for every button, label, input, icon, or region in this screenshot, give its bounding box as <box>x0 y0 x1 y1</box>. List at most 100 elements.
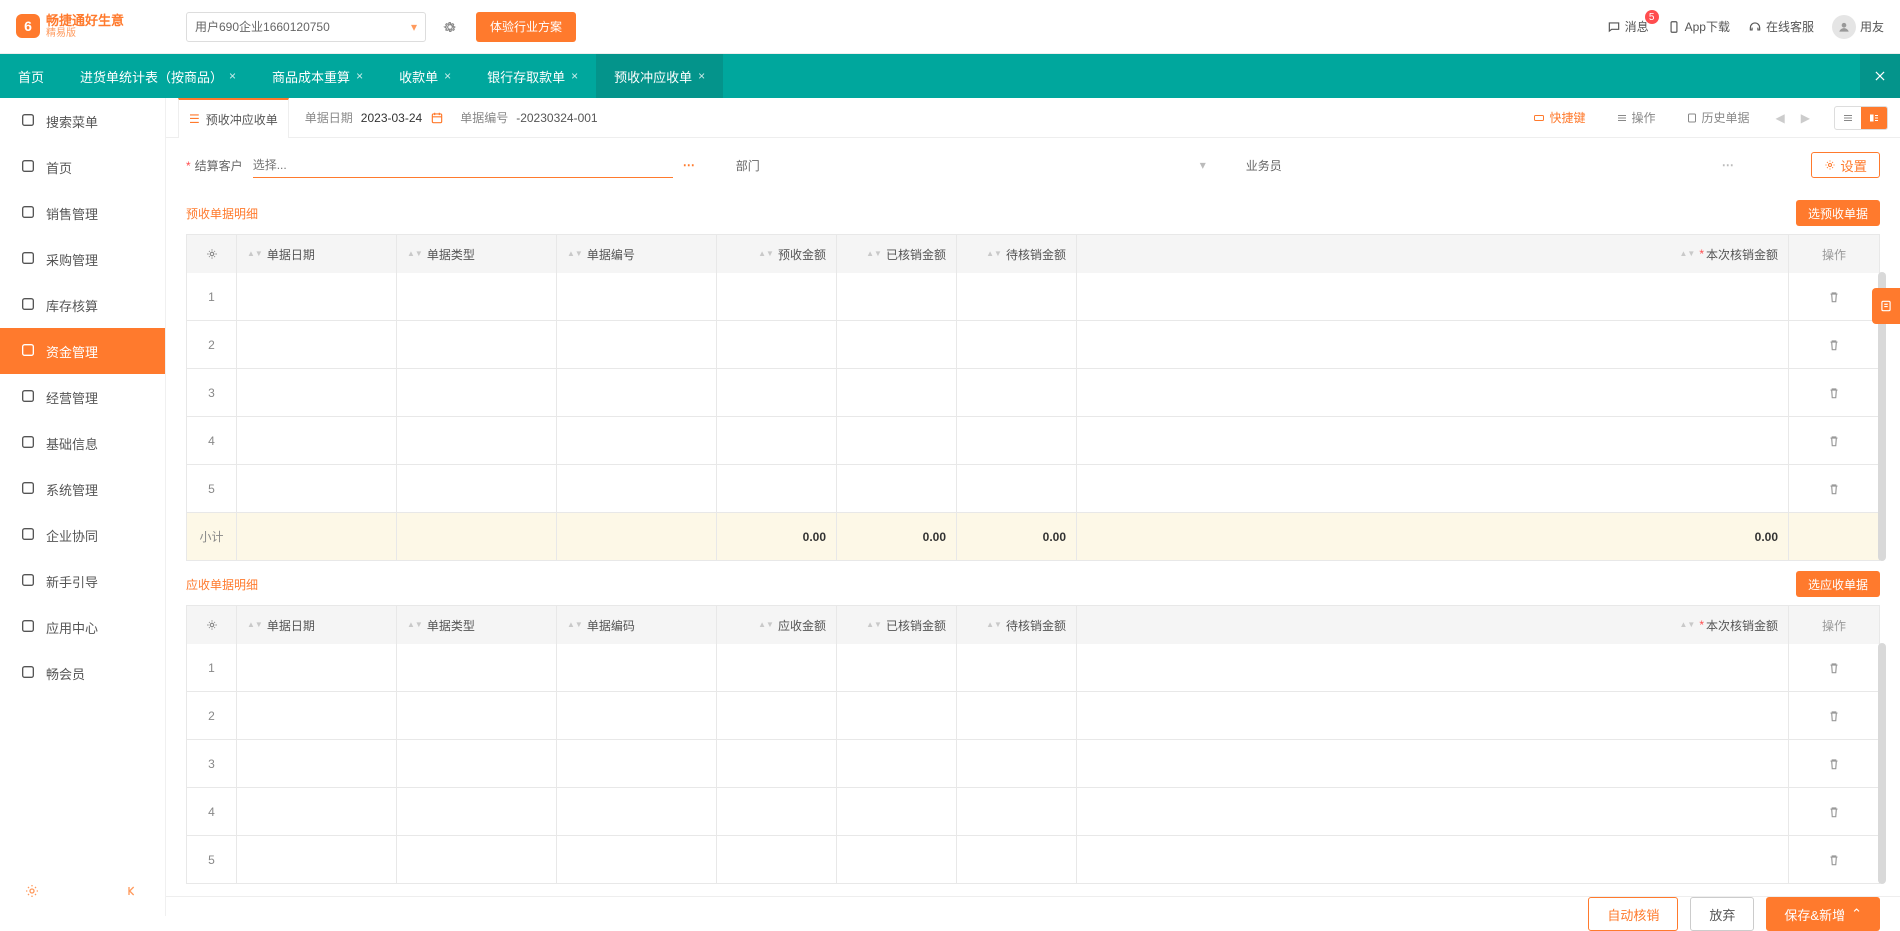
col-date[interactable]: ▲▼单据日期 <box>237 606 397 644</box>
close-all-tabs-button[interactable] <box>1860 54 1900 98</box>
history-button[interactable]: 历史单据 <box>1686 109 1750 126</box>
sidebar-item[interactable]: 搜索菜单 <box>0 98 165 144</box>
tab-close-icon[interactable]: × <box>444 69 451 83</box>
sidebar-settings-button[interactable] <box>24 883 40 899</box>
col-written-off[interactable]: ▲▼已核销金额 <box>837 606 957 644</box>
settings-button[interactable]: 设置 <box>1811 152 1880 178</box>
delete-row-button[interactable] <box>1827 853 1841 867</box>
col-written-off[interactable]: ▲▼已核销金额 <box>837 235 957 273</box>
sidebar-item[interactable]: 新手引导 <box>0 558 165 604</box>
chevron-up-icon: ⌃ <box>1851 906 1862 922</box>
doc-date-field[interactable]: 单据日期 2023-03-24 <box>305 109 444 126</box>
col-this-writeoff[interactable]: ▲▼*本次核销金额 <box>1077 606 1789 644</box>
tab[interactable]: 商品成本重算× <box>254 54 381 98</box>
table-row[interactable]: 2 <box>187 321 1879 369</box>
sidebar-collapse-button[interactable] <box>125 883 141 899</box>
delete-row-button[interactable] <box>1827 709 1841 723</box>
tab[interactable]: 预收冲应收单× <box>596 54 723 98</box>
sidebar-item[interactable]: 畅会员 <box>0 650 165 696</box>
org-selector[interactable]: 用户690企业1660120750 ▾ <box>186 12 426 42</box>
table-row[interactable]: 3 <box>187 740 1879 788</box>
app-download-button[interactable]: App下载 <box>1667 18 1730 35</box>
support-button[interactable]: 在线客服 <box>1748 18 1814 35</box>
table-row[interactable]: 4 <box>187 788 1879 836</box>
delete-row-button[interactable] <box>1827 661 1841 675</box>
biz-lookup-button[interactable]: ⋯ <box>1722 158 1735 172</box>
table-row[interactable]: 4 <box>187 417 1879 465</box>
chevron-down-icon[interactable]: ▾ <box>1200 158 1206 172</box>
sidebar-item[interactable]: 首页 <box>0 144 165 190</box>
prev-record-button[interactable]: ◀ <box>1776 111 1785 125</box>
col-receivable-amount[interactable]: ▲▼应收金额 <box>717 606 837 644</box>
delete-row-button[interactable] <box>1827 338 1841 352</box>
col-code[interactable]: ▲▼单据编号 <box>557 235 717 273</box>
close-icon <box>1873 69 1887 83</box>
trash-icon <box>1827 853 1841 867</box>
sidebar-item[interactable]: 采购管理 <box>0 236 165 282</box>
delete-row-button[interactable] <box>1827 434 1841 448</box>
money-icon <box>20 342 36 361</box>
search-icon <box>20 112 36 131</box>
delete-row-button[interactable] <box>1827 757 1841 771</box>
column-config-button[interactable] <box>187 235 237 273</box>
table-row[interactable]: 1 <box>187 644 1879 692</box>
scrollbar[interactable] <box>1878 643 1886 884</box>
customer-input[interactable] <box>253 152 673 178</box>
sidebar-item[interactable]: 经营管理 <box>0 374 165 420</box>
select-prepay-button[interactable]: 选预收单据 <box>1796 200 1880 226</box>
col-prepay-amount[interactable]: ▲▼预收金额 <box>717 235 837 273</box>
table-row[interactable]: 5 <box>187 465 1879 513</box>
col-type[interactable]: ▲▼单据类型 <box>397 235 557 273</box>
tab[interactable]: 收款单× <box>381 54 469 98</box>
table-row[interactable]: 2 <box>187 692 1879 740</box>
right-drawer-toggle[interactable] <box>1872 288 1900 324</box>
view-list-button[interactable] <box>1835 107 1861 129</box>
user-menu[interactable]: 用友 <box>1832 15 1884 39</box>
auto-writeoff-button[interactable]: 自动核销 <box>1588 897 1678 931</box>
delete-row-button[interactable] <box>1827 290 1841 304</box>
column-config-button[interactable] <box>187 606 237 644</box>
sidebar-item[interactable]: 应用中心 <box>0 604 165 650</box>
sidebar-item[interactable]: 销售管理 <box>0 190 165 236</box>
tab[interactable]: 首页 <box>0 54 62 98</box>
biz-input[interactable] <box>1292 152 1712 178</box>
col-this-writeoff[interactable]: ▲▼*本次核销金额 <box>1077 235 1789 273</box>
messages-button[interactable]: 消息 5 <box>1607 18 1649 35</box>
table-row[interactable]: 1 <box>187 273 1879 321</box>
org-settings-button[interactable] <box>436 13 464 41</box>
tab-close-icon[interactable]: × <box>571 69 578 83</box>
tab[interactable]: 进货单统计表（按商品）× <box>62 54 254 98</box>
sidebar-item[interactable]: 系统管理 <box>0 466 165 512</box>
shortcut-button[interactable]: 快捷键 <box>1533 109 1585 126</box>
col-pending[interactable]: ▲▼待核销金额 <box>957 606 1077 644</box>
discard-button[interactable]: 放弃 <box>1690 897 1754 931</box>
tab-close-icon[interactable]: × <box>698 69 705 83</box>
col-date[interactable]: ▲▼单据日期 <box>237 235 397 273</box>
delete-row-button[interactable] <box>1827 386 1841 400</box>
view-form-button[interactable] <box>1861 107 1887 129</box>
col-pending[interactable]: ▲▼待核销金额 <box>957 235 1077 273</box>
trash-icon <box>1827 434 1841 448</box>
col-code[interactable]: ▲▼单据编码 <box>557 606 717 644</box>
table-row[interactable]: 3 <box>187 369 1879 417</box>
sidebar-item[interactable]: 库存核算 <box>0 282 165 328</box>
next-record-button[interactable]: ▶ <box>1801 111 1810 125</box>
save-and-new-button[interactable]: 保存&新增 ⌃ <box>1766 897 1880 931</box>
tab-close-icon[interactable]: × <box>356 69 363 83</box>
sidebar-item[interactable]: 企业协同 <box>0 512 165 558</box>
sidebar-item[interactable]: 资金管理 <box>0 328 165 374</box>
delete-row-button[interactable] <box>1827 805 1841 819</box>
dept-input[interactable] <box>770 152 1190 178</box>
col-type[interactable]: ▲▼单据类型 <box>397 606 557 644</box>
delete-row-button[interactable] <box>1827 482 1841 496</box>
sidebar-item[interactable]: 基础信息 <box>0 420 165 466</box>
select-receivable-button[interactable]: 选应收单据 <box>1796 571 1880 597</box>
sidebar-item-label: 企业协同 <box>46 526 98 545</box>
customer-lookup-button[interactable]: ⋯ <box>683 158 696 172</box>
operate-button[interactable]: 操作 <box>1616 109 1656 126</box>
gear-icon <box>1824 159 1836 171</box>
tab-close-icon[interactable]: × <box>229 69 236 83</box>
try-plan-button[interactable]: 体验行业方案 <box>476 12 576 42</box>
tab[interactable]: 银行存取款单× <box>469 54 596 98</box>
table-row[interactable]: 5 <box>187 836 1879 884</box>
